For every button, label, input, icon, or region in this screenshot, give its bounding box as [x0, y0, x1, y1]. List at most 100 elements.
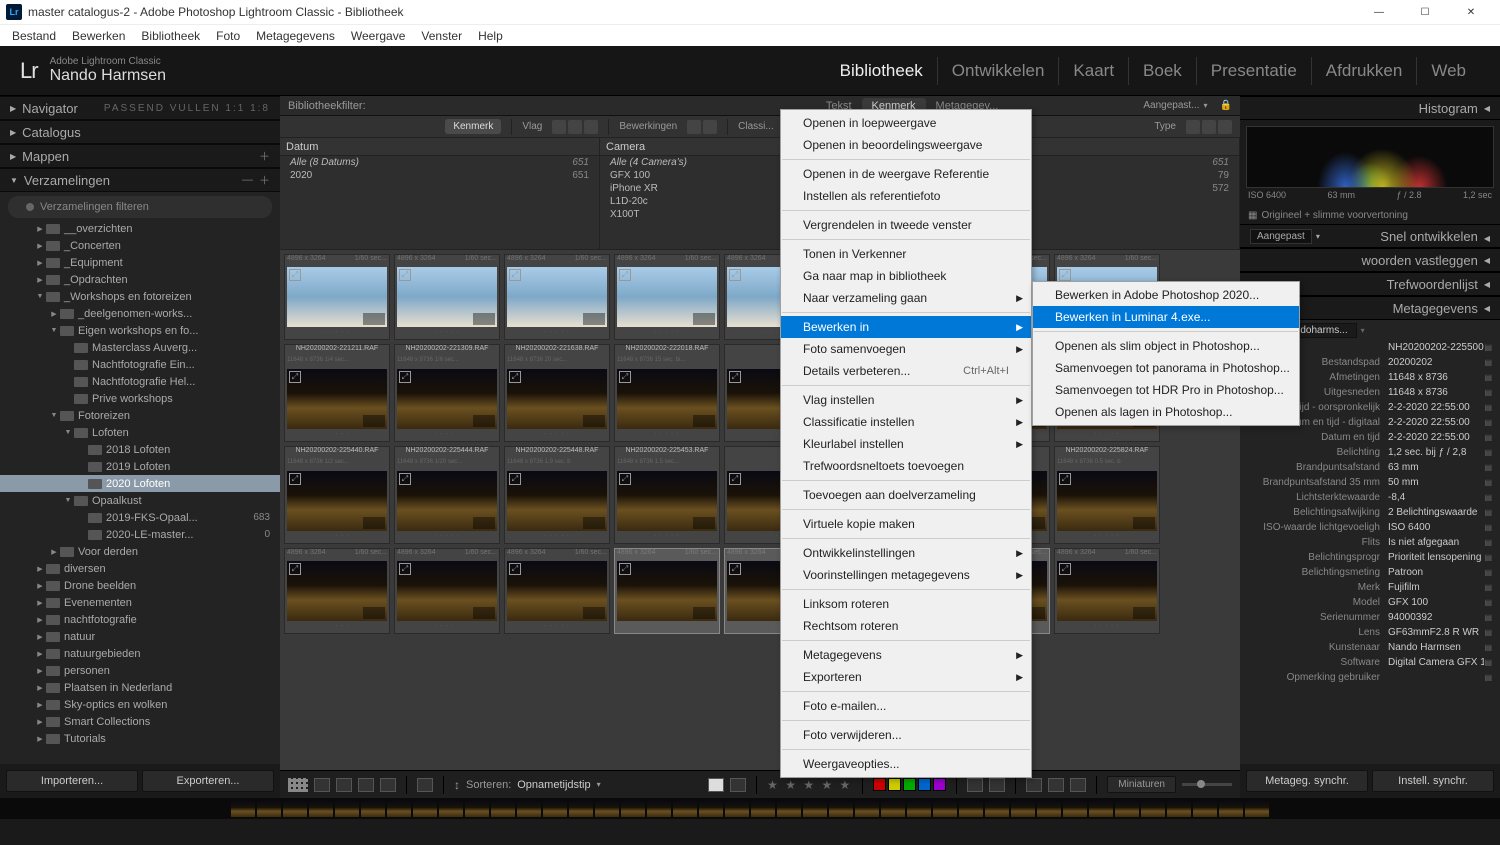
filmstrip-thumbnail[interactable] — [1245, 801, 1269, 817]
sort-field[interactable]: Opnametijdstip — [517, 779, 590, 791]
nav-prev-icon[interactable] — [1026, 778, 1042, 792]
menu-item[interactable]: Openen in loepweergave — [781, 112, 1031, 134]
survey-view-icon[interactable] — [358, 778, 374, 792]
menu-item[interactable]: Ontwikkelinstellingen▶ — [781, 542, 1031, 564]
import-button[interactable]: Importeren... — [6, 770, 138, 792]
catalogus-header[interactable]: ▶Catalogus — [0, 120, 280, 144]
filmstrip-thumbnail[interactable] — [257, 801, 281, 817]
menu-item[interactable]: Weergaveopties... — [781, 753, 1031, 775]
filmstrip-thumbnail[interactable] — [985, 801, 1009, 817]
expand-icon[interactable]: ⤢ — [399, 563, 411, 575]
menu-item[interactable]: Bewerken in Luminar 4.exe... — [1033, 306, 1299, 328]
thumbnail-cell[interactable]: 4896 x 32641/60 sec...⤢· · · · · — [284, 548, 390, 634]
module-afdrukken[interactable]: Afdrukken — [1312, 57, 1418, 85]
type-3[interactable] — [1218, 120, 1232, 134]
menu-item[interactable]: Foto samenvoegen▶ — [781, 338, 1031, 360]
tree-item[interactable]: Masterclass Auverg... — [0, 339, 280, 356]
mappen-header[interactable]: ▶Mappen ＋ — [0, 144, 280, 168]
preset-dropdown[interactable]: Aangepast — [1250, 229, 1312, 244]
filmstrip-thumbnail[interactable] — [933, 801, 957, 817]
thumbnail-cell[interactable]: 4896 x 32641/60 sec...⤢· · · · · — [504, 548, 610, 634]
compare-view-icon[interactable] — [336, 778, 352, 792]
collections-filter-input[interactable]: Verzamelingen filteren — [8, 196, 272, 218]
filmstrip-thumbnail[interactable] — [595, 801, 619, 817]
lock-icon[interactable]: 🔒 — [1220, 100, 1232, 111]
expand-icon[interactable]: ⤢ — [509, 371, 521, 383]
tree-item[interactable]: 2019 Lofoten — [0, 458, 280, 475]
menu-item[interactable]: Openen als slim object in Photoshop... — [1033, 335, 1299, 357]
thumbnail-cell[interactable]: 4896 x 32641/60 sec...⤢· · · · · — [504, 254, 610, 340]
tree-item[interactable]: ▼Lofoten — [0, 424, 280, 441]
metadata-filter-row[interactable]: Alle (8 Datums)651 — [280, 156, 599, 169]
sync-settings-button[interactable]: Instell. synchr. — [1372, 770, 1494, 792]
thumbnail-cell[interactable]: NH20200202-225448.RAF11648 x 8736 1.9 se… — [504, 446, 610, 544]
tree-item[interactable]: 2020-LE-master...0 — [0, 526, 280, 543]
filmstrip-thumbnail[interactable] — [387, 801, 411, 817]
thumbnail-cell[interactable]: NH20200202-225440.RAF11648 x 8736 1/2 se… — [284, 446, 390, 544]
menu-bewerken[interactable]: Bewerken — [64, 27, 133, 45]
menu-item[interactable]: Samenvoegen tot HDR Pro in Photoshop... — [1033, 379, 1299, 401]
thumbnail-cell[interactable]: 4896 x 32641/60 sec...⤢· · · · · — [394, 254, 500, 340]
menu-metagegevens[interactable]: Metagegevens — [248, 27, 343, 45]
reject-icon[interactable] — [730, 778, 746, 792]
filmstrip-thumbnail[interactable] — [699, 801, 723, 817]
nav-play-icon[interactable] — [1048, 778, 1064, 792]
filmstrip-thumbnail[interactable] — [803, 801, 827, 817]
expand-icon[interactable]: ⤢ — [729, 563, 741, 575]
rating-stars[interactable]: ★ ★ ★ ★ ★ — [767, 778, 852, 792]
plus-icon[interactable]: ＋ — [259, 148, 270, 164]
filmstrip-thumbnail[interactable] — [673, 801, 697, 817]
menu-item[interactable]: Trefwoordsneltoets toevoegen — [781, 455, 1031, 477]
expand-icon[interactable]: ⤢ — [729, 269, 741, 281]
flag-icon[interactable] — [708, 778, 724, 792]
thumbnail-cell[interactable]: 4896 x 32641/60 sec...⤢· · · · · — [614, 548, 720, 634]
menu-weergave[interactable]: Weergave — [343, 27, 413, 45]
tree-item[interactable]: ▶Voor derden — [0, 543, 280, 560]
menu-item[interactable]: Details verbeteren...Ctrl+Alt+I — [781, 360, 1031, 382]
menu-item[interactable]: Vlag instellen▶ — [781, 389, 1031, 411]
filmstrip-thumbnail[interactable] — [517, 801, 541, 817]
tree-item[interactable]: ▼Fotoreizen — [0, 407, 280, 424]
thumbnail-size-slider[interactable] — [1182, 783, 1232, 786]
filmstrip-thumbnail[interactable] — [1141, 801, 1165, 817]
menu-item[interactable]: Toevoegen aan doelverzameling — [781, 484, 1031, 506]
color-green[interactable] — [903, 778, 916, 791]
menu-item[interactable]: Foto verwijderen... — [781, 724, 1031, 746]
quickdev-header[interactable]: Aangepast▾ Snel ontwikkelen◀ — [1240, 224, 1500, 248]
filmstrip-thumbnail[interactable] — [1193, 801, 1217, 817]
expand-icon[interactable]: ⤢ — [1059, 473, 1071, 485]
filmstrip-thumbnail[interactable] — [751, 801, 775, 817]
filmstrip-thumbnail[interactable] — [1063, 801, 1087, 817]
thumbnail-cell[interactable]: 4896 x 32641/60 sec...⤢· · · · · — [394, 548, 500, 634]
menu-item[interactable]: Instellen als referentiefoto — [781, 185, 1031, 207]
filmstrip-thumbnail[interactable] — [283, 801, 307, 817]
plus-icon[interactable]: ＋ — [259, 172, 270, 188]
tree-item[interactable]: ▶Sky-optics en wolken — [0, 696, 280, 713]
filmstrip-thumbnail[interactable] — [1115, 801, 1139, 817]
expand-icon[interactable]: ⤢ — [729, 371, 741, 383]
tree-item[interactable]: ▼Eigen workshops en fo... — [0, 322, 280, 339]
module-kaart[interactable]: Kaart — [1059, 57, 1129, 85]
filmstrip-thumbnail[interactable] — [1089, 801, 1113, 817]
module-boek[interactable]: Boek — [1129, 57, 1197, 85]
edit-on[interactable] — [687, 120, 701, 134]
close-button[interactable]: ✕ — [1448, 0, 1494, 24]
menu-item[interactable]: Tonen in Verkenner — [781, 243, 1031, 265]
keywording-header[interactable]: woorden vastleggen◀ — [1240, 248, 1500, 272]
menu-item[interactable]: Virtuele kopie maken — [781, 513, 1031, 535]
filmstrip-thumbnail[interactable] — [309, 801, 333, 817]
minus-icon[interactable]: — — [242, 174, 253, 186]
nav-next-icon[interactable] — [1070, 778, 1086, 792]
grid-view-icon[interactable] — [288, 778, 308, 792]
verzamelingen-header[interactable]: ▼Verzamelingen —＋ — [0, 168, 280, 192]
menu-bibliotheek[interactable]: Bibliotheek — [133, 27, 208, 45]
menu-item[interactable]: Linksom roteren — [781, 593, 1031, 615]
filmstrip-thumbnail[interactable] — [725, 801, 749, 817]
tree-item[interactable]: Nachtfotografie Ein... — [0, 356, 280, 373]
filmstrip-thumbnail[interactable] — [335, 801, 359, 817]
filmstrip-thumbnail[interactable] — [881, 801, 905, 817]
rotate-left-icon[interactable] — [967, 778, 983, 792]
expand-icon[interactable]: ⤢ — [289, 371, 301, 383]
metadata-filter-row[interactable]: 2020651 — [280, 169, 599, 182]
tree-item[interactable]: 2019-FKS-Opaal...683 — [0, 509, 280, 526]
